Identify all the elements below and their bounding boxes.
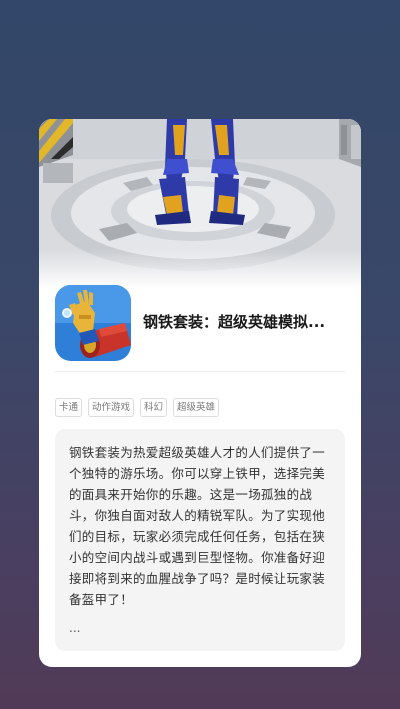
app-title: 钢铁套装：超级英雄模拟... [143, 313, 326, 331]
app-header: 钢铁套装：超级英雄模拟... [55, 285, 345, 361]
app-detail-card: 钢铁套装：超级英雄模拟... 卡通 动作游戏 科幻 超级英雄 钢铁套装为热爱超级… [39, 119, 361, 667]
tag-list: 卡通 动作游戏 科幻 超级英雄 [55, 398, 220, 417]
tag[interactable]: 卡通 [55, 398, 83, 417]
iron-suit-arm-icon[interactable] [55, 285, 131, 361]
divider [55, 371, 345, 372]
description-box: 钢铁套装为热爱超级英雄人才的人们提供了一个独特的游乐场。你可以穿上铁甲，选择完美… [55, 429, 345, 651]
description-more[interactable]: ... [69, 621, 80, 635]
description-text: 钢铁套装为热爱超级英雄人才的人们提供了一个独特的游乐场。你可以穿上铁甲，选择完美… [69, 445, 326, 607]
hero-screenshot [39, 119, 361, 289]
hero-fade [39, 249, 361, 289]
tag[interactable]: 科幻 [140, 398, 168, 417]
tag[interactable]: 动作游戏 [88, 398, 135, 417]
tag[interactable]: 超级英雄 [173, 398, 220, 417]
